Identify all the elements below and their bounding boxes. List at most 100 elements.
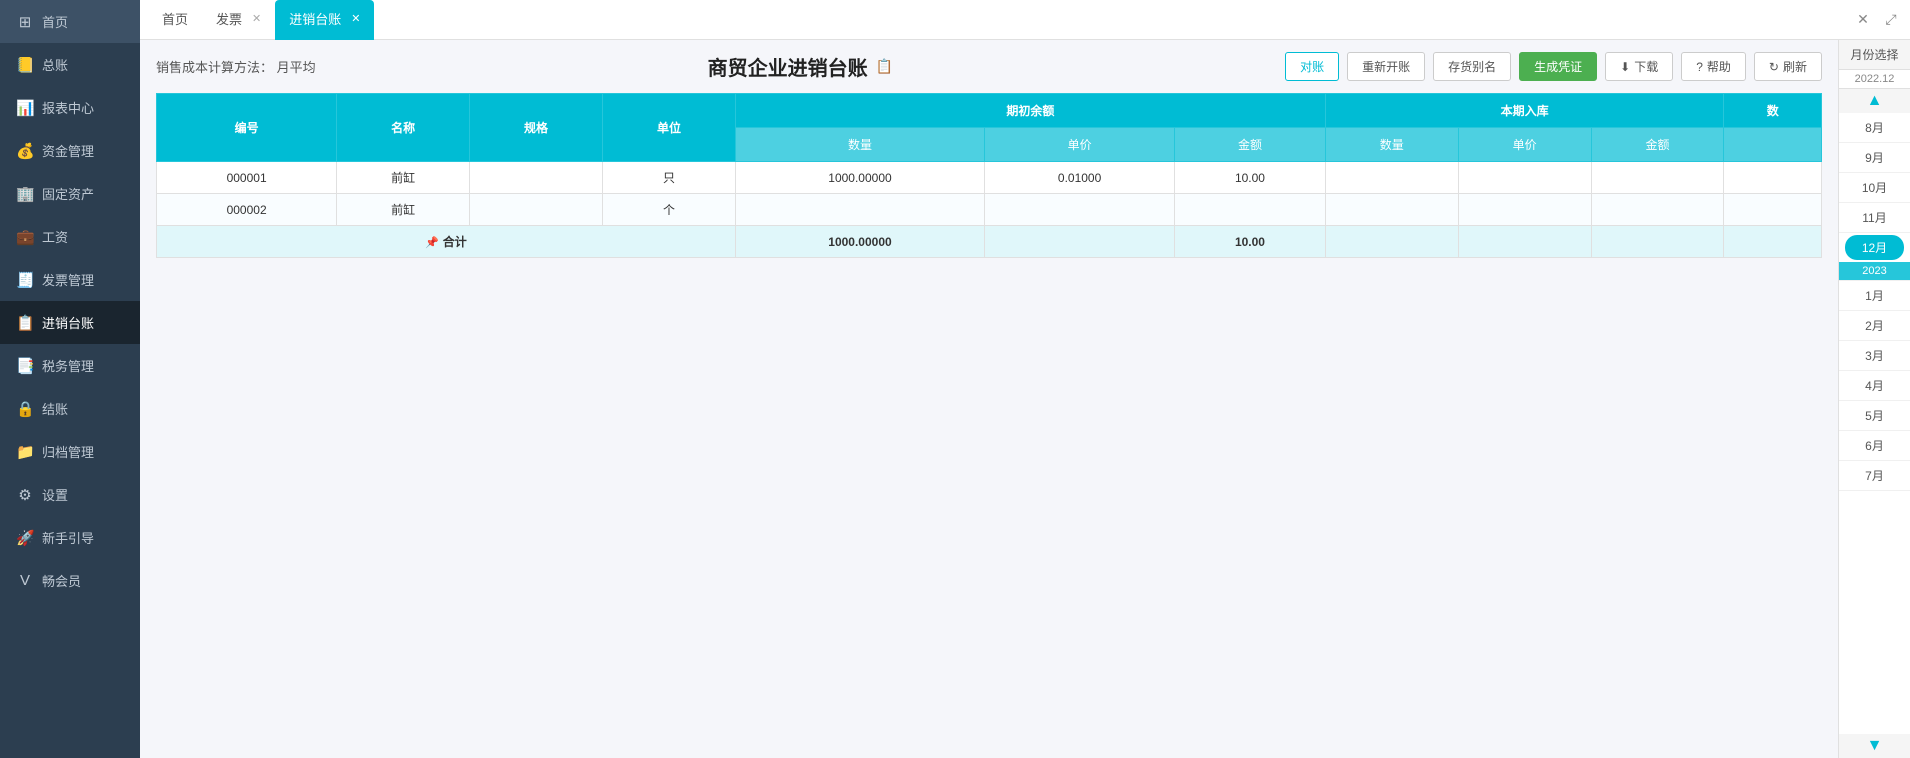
- page-body: 销售成本计算方法： 月平均 商贸企业进销台账 📋 对账 重新开账 存货别名 生成…: [140, 40, 1838, 758]
- scroll-down-button[interactable]: ▼: [1839, 734, 1910, 758]
- sidebar-item-reports[interactable]: 📊报表中心: [0, 86, 140, 129]
- cell-in-price: [1458, 194, 1591, 226]
- sidebar-item-tax[interactable]: 📑税务管理: [0, 344, 140, 387]
- cell-open-qty: 1000.00000: [735, 162, 984, 194]
- sidebar-item-ledger[interactable]: 📒总账: [0, 43, 140, 86]
- col-open-qty: 数量: [735, 128, 984, 162]
- month-panel-title: 月份选择: [1839, 40, 1910, 70]
- sidebar-item-close[interactable]: 🔒结账: [0, 387, 140, 430]
- tab-close-invoice-tab[interactable]: ✕: [252, 12, 261, 25]
- cell-code: 000002: [157, 194, 337, 226]
- month-item-9月[interactable]: 9月: [1839, 143, 1910, 173]
- cell-in-qty: [1325, 162, 1458, 194]
- sidebar-label-settings: 设置: [42, 485, 68, 504]
- save-as-button[interactable]: 存货别名: [1433, 52, 1511, 81]
- col-code: 编号: [157, 94, 337, 162]
- tab-close-purchase-sales-tab[interactable]: ✕: [351, 12, 360, 25]
- col-period-begin: 期初余额: [735, 94, 1325, 128]
- title-icon[interactable]: 📋: [876, 58, 893, 75]
- month-item-2023-5月[interactable]: 5月: [1839, 401, 1910, 431]
- col-open-amount: 金额: [1175, 128, 1326, 162]
- month-item-2023-3月[interactable]: 3月: [1839, 341, 1910, 371]
- sidebar-icon-reports: 📊: [16, 99, 34, 117]
- month-item-2023-7月[interactable]: 7月: [1839, 461, 1910, 491]
- sidebar-label-home: 首页: [42, 12, 68, 31]
- col-sub-more: [1724, 128, 1822, 162]
- cell-code: 000001: [157, 162, 337, 194]
- sidebar-item-guide[interactable]: 🚀新手引导: [0, 516, 140, 559]
- reconcile-button[interactable]: 对账: [1285, 52, 1339, 81]
- sidebar-label-funds: 资金管理: [42, 141, 94, 160]
- sidebar-item-funds[interactable]: 💰 资金管理: [0, 129, 140, 172]
- sidebar-label-close: 结账: [42, 399, 68, 418]
- close-button[interactable]: ✕: [1852, 9, 1874, 31]
- generate-button[interactable]: 生成凭证: [1519, 52, 1597, 81]
- col-spec: 规格: [470, 94, 603, 162]
- table-wrap: 编号 名称 规格 单位 期初余额 本期入库 数 数量 单价 金额 数: [156, 93, 1822, 258]
- reopen-button[interactable]: 重新开账: [1347, 52, 1425, 81]
- tab-invoice-tab[interactable]: 发票✕: [202, 0, 275, 40]
- page-title-area: 商贸企业进销台账 📋: [708, 52, 893, 81]
- sidebar-icon-tax: 📑: [16, 357, 34, 375]
- total-in-qty: [1325, 226, 1458, 258]
- sidebar-item-invoice-mgmt[interactable]: 🧾发票管理: [0, 258, 140, 301]
- sidebar-item-archive[interactable]: 📁归档管理: [0, 430, 140, 473]
- download-button[interactable]: ⬇ 下载: [1605, 52, 1673, 81]
- col-unit: 单位: [603, 94, 736, 162]
- tab-label-home-tab: 首页: [162, 9, 188, 28]
- main-area: 首页发票✕进销台账✕ ✕ ⤢ 销售成本计算方法： 月平均 商贸企业进销台账 📋 …: [140, 0, 1910, 758]
- table-row: 000002 前缸 个: [157, 194, 1822, 226]
- sidebar-item-payroll[interactable]: 💼工资: [0, 215, 140, 258]
- month-item-12月[interactable]: 12月: [1845, 235, 1904, 260]
- month-item-2023-6月[interactable]: 6月: [1839, 431, 1910, 461]
- month-item-2023-4月[interactable]: 4月: [1839, 371, 1910, 401]
- sidebar-label-assets: 固定资产: [42, 184, 94, 203]
- month-item-2023-1月[interactable]: 1月: [1839, 281, 1910, 311]
- sidebar-label-archive: 归档管理: [42, 442, 94, 461]
- cell-spec: [470, 162, 603, 194]
- sidebar-item-purchase-sales[interactable]: 📋 进销台账: [0, 301, 140, 344]
- table-total-row: 📌合计 1000.00000 10.00: [157, 226, 1822, 258]
- cell-open-amount: 10.00: [1175, 162, 1326, 194]
- total-open-amount: 10.00: [1175, 226, 1326, 258]
- cost-method-label: 销售成本计算方法：: [156, 60, 273, 75]
- col-in-qty: 数量: [1325, 128, 1458, 162]
- table-row: 000001 前缸 只 1000.00000 0.01000 10.00: [157, 162, 1822, 194]
- sidebar-item-member[interactable]: V畅会员: [0, 559, 140, 602]
- cell-more: [1724, 162, 1822, 194]
- cell-more: [1724, 194, 1822, 226]
- maximize-button[interactable]: ⤢: [1880, 9, 1902, 31]
- scroll-up-button[interactable]: ▲: [1839, 89, 1910, 113]
- sidebar-icon-settings: ⚙: [16, 486, 34, 504]
- sidebar-icon-assets: 🏢: [16, 185, 34, 203]
- sidebar-icon-purchase-sales: 📋: [16, 314, 34, 332]
- total-in-price: [1458, 226, 1591, 258]
- cell-spec: [470, 194, 603, 226]
- sidebar-label-purchase-sales: 进销台账: [42, 313, 94, 332]
- sidebar-label-payroll: 工资: [42, 227, 68, 246]
- total-open-price: [985, 226, 1175, 258]
- month-item-11月[interactable]: 11月: [1839, 203, 1910, 233]
- sidebar-icon-invoice-mgmt: 🧾: [16, 271, 34, 289]
- month-item-2023-2月[interactable]: 2月: [1839, 311, 1910, 341]
- cell-in-amount: [1591, 162, 1724, 194]
- sidebar-label-member: 畅会员: [42, 571, 81, 590]
- cell-open-price: [985, 194, 1175, 226]
- col-open-price: 单价: [985, 128, 1175, 162]
- help-button[interactable]: ? 帮助: [1681, 52, 1746, 81]
- sidebar-item-assets[interactable]: 🏢 固定资产: [0, 172, 140, 215]
- sidebar-item-settings[interactable]: ⚙ 设置: [0, 473, 140, 516]
- refresh-button[interactable]: ↻ 刷新: [1754, 52, 1822, 81]
- month-scroll: ▲ 8月9月10月11月12月20231月2月3月4月5月6月7月 ▼: [1839, 89, 1910, 758]
- tab-home-tab[interactable]: 首页: [148, 0, 202, 40]
- sidebar: ⊞首页📒总账📊报表中心 💰 资金管理 🏢 固定资产 💼工资🧾发票管理 📋 进销台账 📑税务管理🔒…: [0, 0, 140, 758]
- sidebar-item-home[interactable]: ⊞首页: [0, 0, 140, 43]
- cell-in-qty: [1325, 194, 1458, 226]
- month-item-10月[interactable]: 10月: [1839, 173, 1910, 203]
- month-item-8月[interactable]: 8月: [1839, 113, 1910, 143]
- sidebar-icon-funds: 💰: [16, 142, 34, 160]
- tab-purchase-sales-tab[interactable]: 进销台账✕: [275, 0, 374, 40]
- total-more: [1724, 226, 1822, 258]
- month-list: 8月9月10月11月12月20231月2月3月4月5月6月7月: [1839, 113, 1910, 734]
- month-panel: 月份选择 2022.12 ▲ 8月9月10月11月12月20231月2月3月4月…: [1838, 40, 1910, 758]
